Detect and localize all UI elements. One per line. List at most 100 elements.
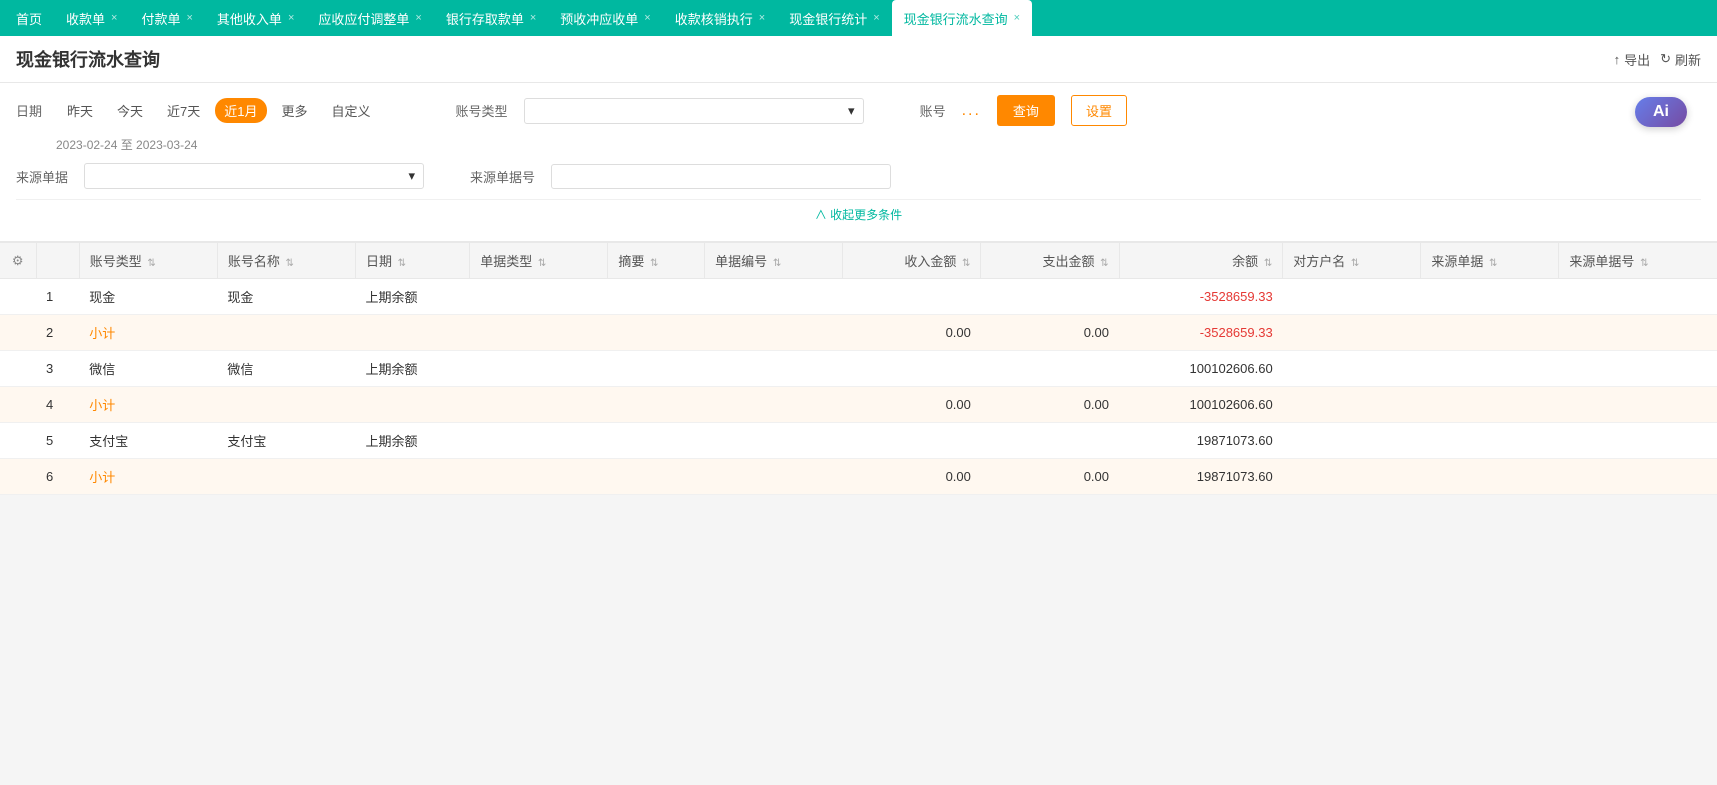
nav-tab-label-3: 应收应付调整单	[318, 9, 409, 28]
shortcut-today[interactable]: 今天	[108, 98, 152, 123]
close-icon-1[interactable]: ×	[186, 12, 192, 24]
row-summary-0	[608, 279, 705, 315]
row-source-doc-no-3	[1559, 387, 1717, 423]
row-source-doc-2	[1421, 351, 1559, 387]
col-gear: ⚙	[0, 243, 36, 279]
row-summary-4	[608, 423, 705, 459]
nav-tab-4[interactable]: 银行存取款单 ×	[434, 0, 548, 36]
row-index-4: 5	[36, 423, 79, 459]
account-type-select[interactable]: ▾	[524, 98, 864, 124]
row-source-doc-5	[1421, 459, 1559, 495]
row-account-type-5: 小计	[79, 459, 217, 495]
sort-icon-source-doc[interactable]: ⇅	[1489, 258, 1497, 269]
row-gear-1	[0, 315, 36, 351]
row-counterpart-3	[1283, 387, 1421, 423]
row-doc-type-1	[470, 315, 608, 351]
sort-icon-date[interactable]: ⇅	[398, 258, 406, 269]
row-expense-5: 0.00	[981, 459, 1119, 495]
nav-tab-8[interactable]: 现金银行流水查询 ×	[892, 0, 1032, 36]
query-button[interactable]: 查询	[997, 95, 1055, 126]
filter-row-1: 日期 昨天 今天 近7天 近1月 更多 自定义 账号类型 ▾ 账号 ... 查询…	[16, 95, 1701, 126]
nav-tab-5[interactable]: 预收冲应收单 ×	[548, 0, 662, 36]
row-counterpart-2	[1283, 351, 1421, 387]
export-button[interactable]: ↑ 导出	[1614, 50, 1651, 69]
row-balance-0: -3528659.33	[1119, 279, 1283, 315]
row-account-name-0: 现金	[217, 279, 355, 315]
col-counterpart: 对方户名 ⇅	[1283, 243, 1421, 279]
row-doc-type-0	[470, 279, 608, 315]
nav-tab-label-2: 其他收入单	[217, 9, 282, 28]
row-source-doc-no-4	[1559, 423, 1717, 459]
nav-tab-0[interactable]: 收款单 ×	[54, 0, 129, 36]
collapse-bar[interactable]: ∧ 收起更多条件	[16, 199, 1701, 229]
nav-tab-6[interactable]: 收款核销执行 ×	[663, 0, 777, 36]
source-doc-select[interactable]: ▾	[84, 163, 424, 189]
source-doc-no-label: 来源单据号	[470, 167, 535, 186]
close-icon-3[interactable]: ×	[415, 12, 421, 24]
ai-badge[interactable]: Ai	[1635, 97, 1687, 127]
nav-tab-3[interactable]: 应收应付调整单 ×	[306, 0, 433, 36]
row-income-1: 0.00	[843, 315, 981, 351]
close-icon-0[interactable]: ×	[111, 12, 117, 24]
row-counterpart-4	[1283, 423, 1421, 459]
row-source-doc-3	[1421, 387, 1559, 423]
row-index-1: 2	[36, 315, 79, 351]
nav-tab-7[interactable]: 现金银行统计 ×	[777, 0, 891, 36]
row-expense-2	[981, 351, 1119, 387]
row-date-3	[355, 387, 469, 423]
chevron-up-icon: ∧	[815, 208, 827, 222]
sort-icon-expense[interactable]: ⇅	[1100, 258, 1108, 269]
refresh-icon: ↻	[1660, 51, 1671, 67]
shortcut-1month[interactable]: 近1月	[215, 98, 266, 123]
page-title: 现金银行流水查询	[16, 46, 160, 72]
row-doc-type-5	[470, 459, 608, 495]
sort-icon-source-doc-no[interactable]: ⇅	[1640, 258, 1648, 269]
sort-icon-income[interactable]: ⇅	[962, 258, 970, 269]
date-label: 日期	[16, 101, 42, 120]
close-icon-7[interactable]: ×	[873, 12, 879, 24]
row-doc-type-2	[470, 351, 608, 387]
col-doc-type: 单据类型 ⇅	[470, 243, 608, 279]
source-doc-no-input[interactable]	[551, 164, 891, 189]
row-source-doc-no-1	[1559, 315, 1717, 351]
nav-home[interactable]: 首页	[4, 0, 54, 36]
nav-home-label: 首页	[16, 9, 42, 28]
refresh-button[interactable]: ↻ 刷新	[1660, 50, 1701, 69]
sort-icon-doc-no[interactable]: ⇅	[773, 258, 781, 269]
sort-icon-summary[interactable]: ⇅	[650, 258, 658, 269]
settings-button[interactable]: 设置	[1071, 95, 1127, 126]
col-source-doc-no: 来源单据号 ⇅	[1559, 243, 1717, 279]
row-account-name-1	[217, 315, 355, 351]
row-income-4	[843, 423, 981, 459]
table-row: 5支付宝支付宝上期余额19871073.60	[0, 423, 1717, 459]
row-source-doc-no-0	[1559, 279, 1717, 315]
close-icon-2[interactable]: ×	[288, 12, 294, 24]
ai-label: Ai	[1653, 103, 1669, 120]
row-account-type-0: 现金	[79, 279, 217, 315]
col-summary: 摘要 ⇅	[608, 243, 705, 279]
shortcut-7days[interactable]: 近7天	[158, 98, 209, 123]
sort-icon-counterpart[interactable]: ⇅	[1351, 258, 1359, 269]
close-icon-5[interactable]: ×	[644, 12, 650, 24]
nav-tab-2[interactable]: 其他收入单 ×	[205, 0, 306, 36]
table-row: 2小计0.000.00-3528659.33	[0, 315, 1717, 351]
sort-icon-doc-type[interactable]: ⇅	[538, 258, 546, 269]
sort-icon-balance[interactable]: ⇅	[1264, 258, 1272, 269]
gear-icon[interactable]: ⚙	[12, 253, 24, 268]
close-icon-8[interactable]: ×	[1014, 12, 1020, 24]
account-label: 账号	[920, 101, 946, 120]
nav-tab-1[interactable]: 付款单 ×	[129, 0, 204, 36]
shortcut-yesterday[interactable]: 昨天	[58, 98, 102, 123]
account-ellipsis[interactable]: ...	[962, 102, 981, 120]
row-index-0: 1	[36, 279, 79, 315]
date-shortcuts: 昨天 今天 近7天 近1月 更多 自定义	[58, 98, 380, 123]
sort-icon-account-name[interactable]: ⇅	[285, 258, 293, 269]
export-icon: ↑	[1614, 52, 1621, 67]
close-icon-6[interactable]: ×	[759, 12, 765, 24]
shortcut-custom[interactable]: 自定义	[323, 98, 380, 123]
shortcut-more[interactable]: 更多	[273, 98, 317, 123]
sort-icon-account-type[interactable]: ⇅	[147, 258, 155, 269]
close-icon-4[interactable]: ×	[530, 12, 536, 24]
nav-tab-label-1: 付款单	[141, 9, 180, 28]
col-balance: 余额 ⇅	[1119, 243, 1283, 279]
